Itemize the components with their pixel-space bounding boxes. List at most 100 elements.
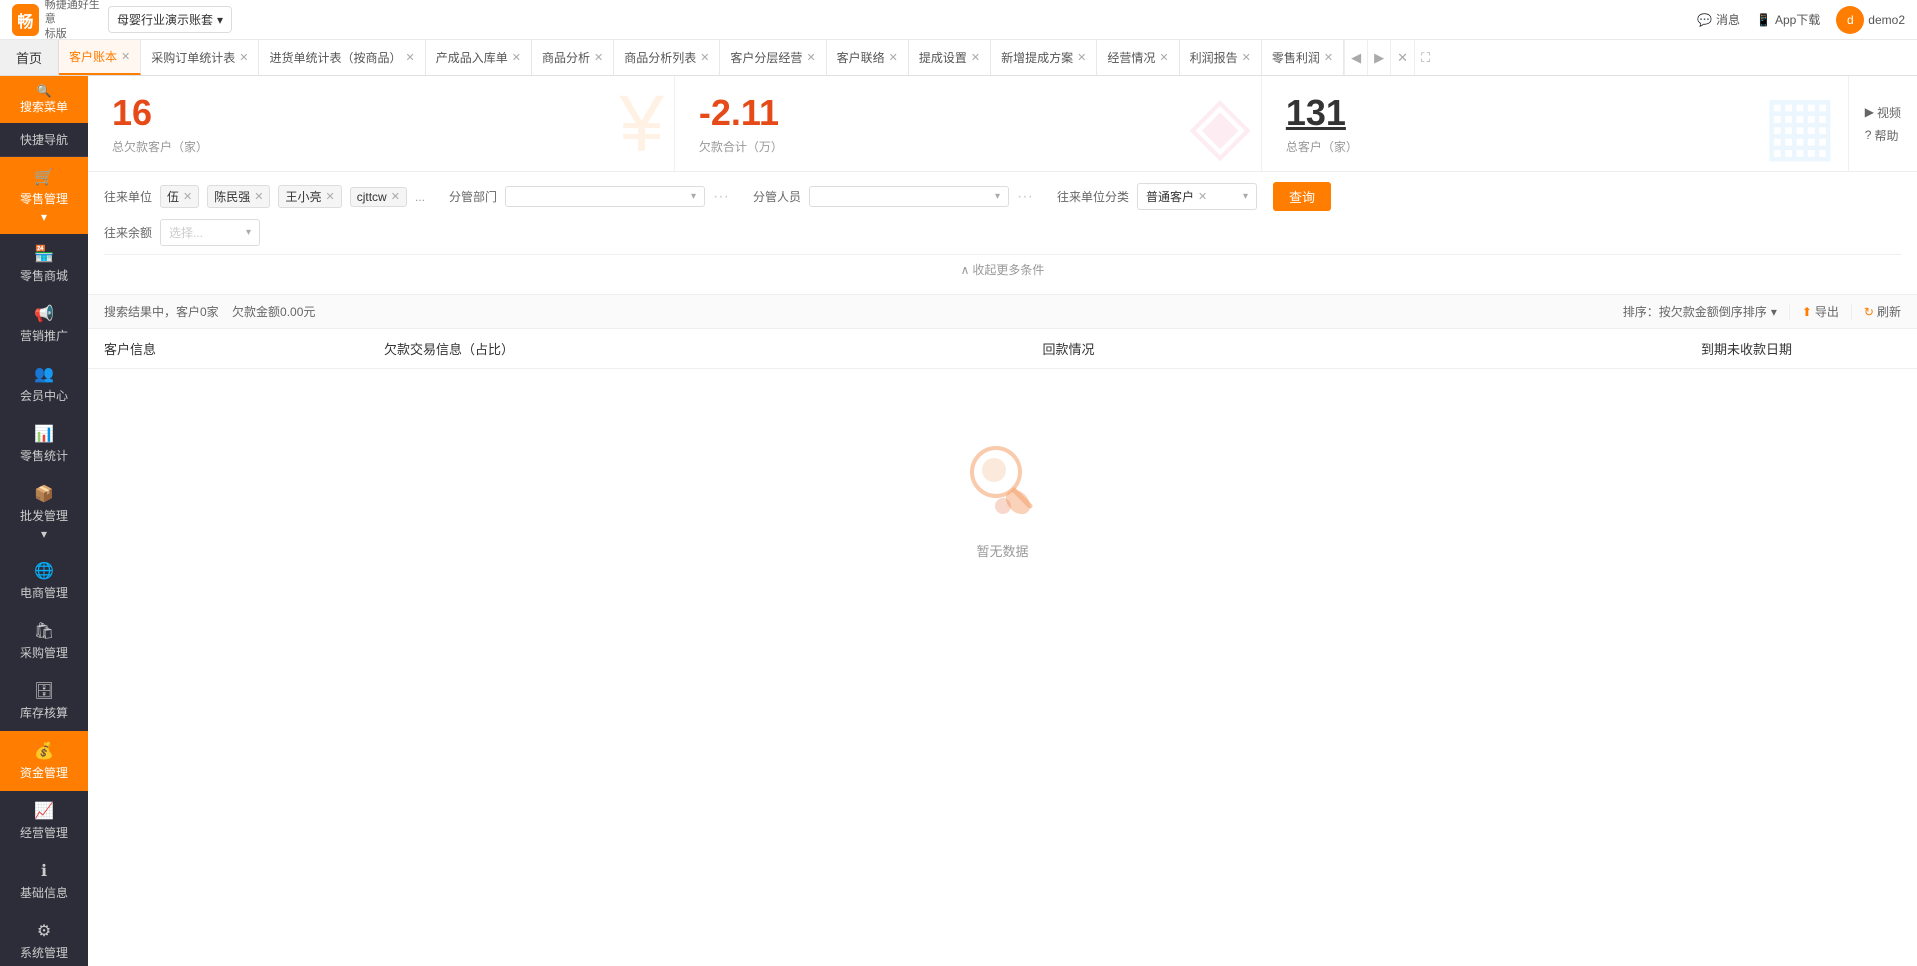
tab-close-icon[interactable]: ✕ — [406, 51, 415, 64]
phone-icon: 📱 — [1756, 13, 1771, 27]
tab-close-icon[interactable]: ✕ — [971, 51, 980, 64]
sidebar-item-system[interactable]: ⚙ 系统管理 — [0, 911, 88, 966]
export-button[interactable]: ⬆ 导出 — [1802, 303, 1839, 320]
tab-production-in[interactable]: 产成品入库单 ✕ — [426, 40, 532, 75]
video-button[interactable]: ▶ 视频 — [1865, 104, 1901, 121]
tab-close-icon[interactable]: ✕ — [1242, 51, 1251, 64]
person-select[interactable]: ▾ — [809, 186, 1009, 207]
collapse-bar: ∧ 收起更多条件 — [104, 254, 1901, 284]
refresh-button[interactable]: ↻ 刷新 — [1864, 303, 1901, 320]
filter-tag-chen: 陈民强 ✕ — [207, 185, 270, 208]
sidebar-item-inventory[interactable]: 🗄 库存核算 — [0, 671, 88, 731]
stats-value-customers: 16 — [112, 92, 650, 134]
results-actions: 排序：按欠款金额倒序排序 ▾ ⬆ 导出 ↻ 刷新 — [1623, 303, 1901, 320]
table-container: 客户信息 欠款交易信息（占比） 回款情况 到期未收款日期 暂 — [88, 329, 1917, 966]
tab-new-commission[interactable]: 新增提成方案 ✕ — [991, 40, 1097, 75]
tab-commission-setting[interactable]: 提成设置 ✕ — [909, 40, 991, 75]
balance-label: 往来余额 — [104, 224, 152, 241]
class-select[interactable]: 普通客户 ✕ ▾ — [1137, 183, 1257, 210]
filter-tag-wu: 伍 ✕ — [160, 185, 199, 208]
message-button[interactable]: 💬 消息 — [1697, 11, 1740, 28]
col-payment-status: 回款情况 — [1043, 339, 1702, 358]
help-icon: ? — [1865, 128, 1872, 142]
tab-close-icon[interactable]: ✕ — [1324, 51, 1333, 64]
collapse-button[interactable]: ∧ 收起更多条件 — [961, 261, 1045, 278]
tab-stock-stat[interactable]: 进货单统计表（按商品） ✕ — [259, 40, 425, 75]
tab-fullscreen-button[interactable]: ⛶ — [1414, 40, 1436, 75]
tag-close-chen[interactable]: ✕ — [254, 190, 263, 203]
stats-label-customers: 总欠款客户（家） — [112, 138, 650, 155]
tab-close-icon[interactable]: ✕ — [889, 51, 898, 64]
tab-customer-contact[interactable]: 客户联络 ✕ — [827, 40, 909, 75]
sidebar-item-finance[interactable]: 💰 资金管理 — [0, 731, 88, 791]
filter-more-tags[interactable]: ... — [415, 190, 425, 204]
filter-area: 往来单位 伍 ✕ 陈民强 ✕ 王小亮 ✕ cjttcw ✕ ... — [88, 172, 1917, 295]
top-bar-right: 💬 消息 📱 App下载 d demo2 — [1697, 6, 1905, 34]
tab-close-icon[interactable]: ✕ — [239, 51, 248, 64]
person-clear-icon[interactable]: ··· — [1017, 188, 1033, 206]
sidebar-item-retail-mall[interactable]: 🏪 零售商城 — [0, 234, 88, 294]
sidebar: 🔍 搜索菜单 快捷导航 🛒 零售管理 ▾ 🏪 零售商城 📢 营销推广 👥 会员中… — [0, 76, 88, 966]
dept-dropdown-icon: ▾ — [691, 191, 696, 202]
sidebar-item-basic-info[interactable]: ℹ 基础信息 — [0, 851, 88, 911]
dept-select[interactable]: ▾ — [505, 186, 705, 207]
tab-close-icon[interactable]: ✕ — [700, 51, 709, 64]
stats-bg-icon-customers: ¥ — [619, 78, 664, 170]
tab-product-analysis-list[interactable]: 商品分析列表 ✕ — [614, 40, 720, 75]
message-icon: 💬 — [1697, 13, 1712, 27]
results-bar: 搜索结果中，客户0家 欠款金额0.00元 排序：按欠款金额倒序排序 ▾ ⬆ 导出… — [88, 295, 1917, 329]
tab-purchase-order[interactable]: 采购订单统计表 ✕ — [141, 40, 259, 75]
dept-clear-icon[interactable]: ··· — [713, 188, 729, 206]
sidebar-item-operation[interactable]: 📈 经营管理 — [0, 791, 88, 851]
tab-operation-status[interactable]: 经营情况 ✕ — [1097, 40, 1179, 75]
stats-card-total: 131 总客户（家） ▦ — [1262, 76, 1849, 171]
tab-close-icon[interactable]: ✕ — [121, 50, 130, 63]
chevron-icon: ▾ — [41, 210, 47, 224]
tag-close-wang[interactable]: ✕ — [326, 190, 335, 203]
tab-customer-account[interactable]: 客户账本 ✕ — [59, 40, 141, 75]
sidebar-item-marketing[interactable]: 📢 营销推广 — [0, 294, 88, 354]
app-download-button[interactable]: 📱 App下载 — [1756, 11, 1820, 28]
stats-value-total: 131 — [1286, 92, 1824, 134]
sidebar-quick-nav[interactable]: 快捷导航 — [0, 123, 88, 157]
tab-close-all-button[interactable]: ✕ — [1390, 40, 1414, 75]
tab-close-icon[interactable]: ✕ — [594, 51, 603, 64]
basic-icon: ℹ — [41, 861, 47, 881]
sidebar-item-purchase[interactable]: 🛍 采购管理 — [0, 611, 88, 671]
user-menu[interactable]: d demo2 — [1836, 6, 1905, 34]
purchase-icon: 🛍 — [34, 621, 54, 641]
logo-area: 畅 畅捷通好生意 标版 — [12, 0, 100, 41]
top-bar: 畅 畅捷通好生意 标版 母婴行业演示账套 ▾ 💬 消息 📱 App下载 d de… — [0, 0, 1917, 40]
sidebar-item-retail-manage[interactable]: 🛒 零售管理 ▾ — [0, 157, 88, 234]
tag-close-wu[interactable]: ✕ — [183, 190, 192, 203]
sidebar-item-ecommerce[interactable]: 🌐 电商管理 — [0, 551, 88, 611]
tab-home[interactable]: 首页 — [0, 40, 59, 75]
class-tag-close[interactable]: ✕ — [1198, 190, 1207, 203]
tab-close-icon[interactable]: ✕ — [806, 51, 815, 64]
chevron-icon: ▾ — [41, 527, 47, 541]
sort-selector[interactable]: 排序：按欠款金额倒序排序 ▾ — [1623, 303, 1777, 320]
class-tag: 普通客户 ✕ — [1146, 188, 1207, 205]
logo-icon: 畅 — [12, 4, 39, 36]
tab-close-icon[interactable]: ✕ — [1159, 51, 1168, 64]
tab-close-icon[interactable]: ✕ — [512, 51, 521, 64]
tab-next-button[interactable]: ▶ — [1367, 40, 1390, 75]
help-button[interactable]: ? 帮助 — [1865, 127, 1901, 144]
sidebar-item-retail-stat[interactable]: 📊 零售统计 — [0, 414, 88, 474]
sidebar-item-wholesale[interactable]: 📦 批发管理 ▾ — [0, 474, 88, 551]
balance-select[interactable]: 选择... ▾ — [160, 219, 260, 246]
search-button[interactable]: 查询 — [1273, 182, 1331, 211]
col-customer-info: 客户信息 — [104, 339, 384, 358]
tab-profit-report[interactable]: 利润报告 ✕ — [1180, 40, 1262, 75]
ecommerce-icon: 🌐 — [34, 561, 54, 581]
tab-product-analysis[interactable]: 商品分析 ✕ — [532, 40, 614, 75]
tag-close-cj[interactable]: ✕ — [391, 190, 400, 203]
system-icon: ⚙ — [37, 921, 51, 941]
sidebar-search[interactable]: 🔍 搜索菜单 — [0, 76, 88, 123]
tab-customer-layer[interactable]: 客户分层经营 ✕ — [720, 40, 826, 75]
sidebar-item-member[interactable]: 👥 会员中心 — [0, 354, 88, 414]
tab-retail-profit[interactable]: 零售利润 ✕ — [1262, 40, 1344, 75]
tab-prev-button[interactable]: ◀ — [1344, 40, 1367, 75]
tab-close-icon[interactable]: ✕ — [1077, 51, 1086, 64]
org-selector[interactable]: 母婴行业演示账套 ▾ — [108, 6, 232, 33]
